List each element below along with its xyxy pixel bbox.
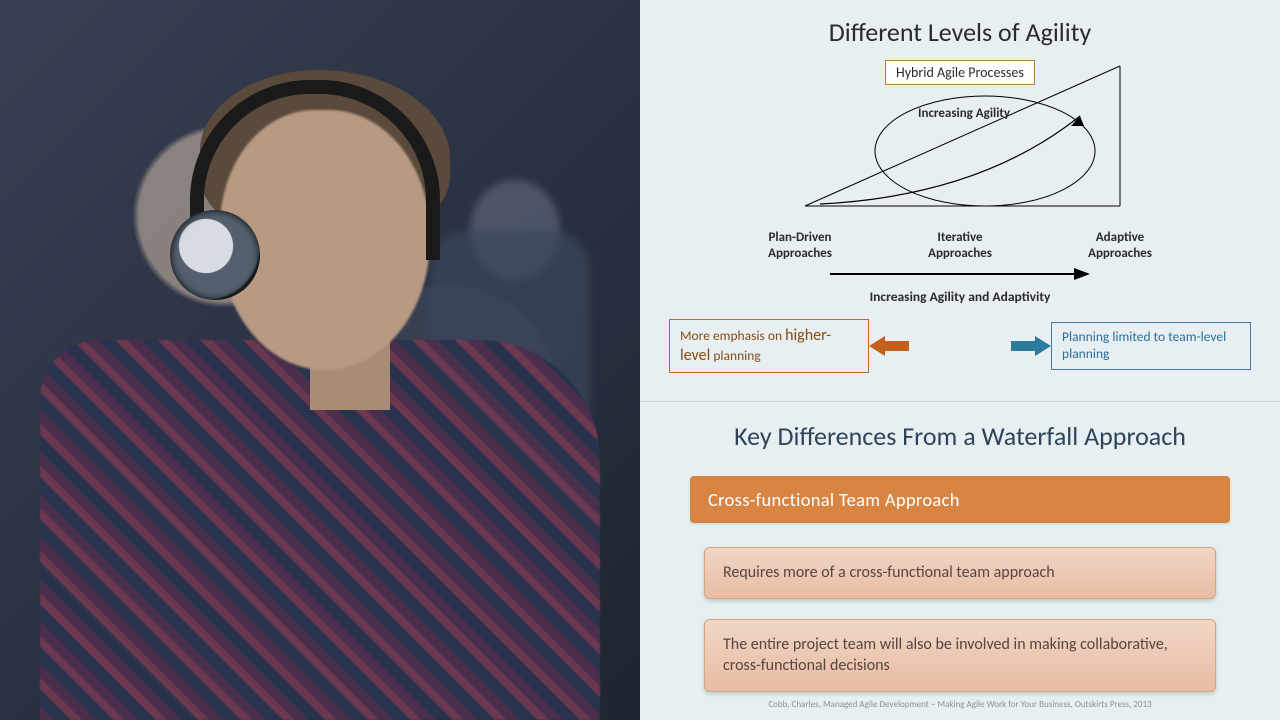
agility-chart: Hybrid Agile Processes Increasing Agilit…	[750, 56, 1170, 226]
approach-iterative: IterativeApproaches	[900, 230, 1020, 261]
hybrid-agile-label-box: Hybrid Agile Processes	[885, 60, 1035, 85]
axis-label: Increasing Agility and Adaptivity	[668, 288, 1252, 305]
left-photo-pane	[0, 0, 640, 720]
foreground-person	[40, 40, 560, 680]
planning-comparison-row: More emphasis on higher-level planning P…	[669, 319, 1251, 373]
waterfall-differences-section: Key Differences From a Waterfall Approac…	[640, 402, 1280, 692]
plan-left-suffix: planning	[710, 347, 760, 364]
approach-adaptive: AdaptiveApproaches	[1060, 230, 1180, 261]
plan-driven-planning-box: More emphasis on higher-level planning	[669, 319, 869, 373]
slide-stage: Different Levels of Agility Hybrid	[0, 0, 1280, 720]
approach-labels-row: Plan-DrivenApproaches IterativeApproache…	[740, 230, 1180, 261]
approach-plan-driven: Plan-DrivenApproaches	[740, 230, 860, 261]
bullet-box-2: The entire project team will also be inv…	[704, 619, 1216, 692]
arrow-left-icon	[869, 335, 909, 357]
subheading-bar: Cross-functional Team Approach	[690, 476, 1230, 523]
right-arrow-icon	[830, 267, 1090, 281]
arrow-right-icon	[1011, 335, 1051, 357]
plan-left-prefix: More emphasis on	[680, 327, 785, 344]
section-title-waterfall: Key Differences From a Waterfall Approac…	[680, 420, 1240, 452]
section-title-agility: Different Levels of Agility	[668, 16, 1252, 48]
agility-levels-section: Different Levels of Agility Hybrid	[640, 0, 1280, 383]
increasing-agility-label: Increasing Agility	[918, 106, 1010, 121]
right-content-pane: Different Levels of Agility Hybrid	[640, 0, 1280, 720]
axis-arrow	[810, 267, 1110, 286]
bullet-box-1: Requires more of a cross-functional team…	[704, 547, 1216, 599]
headphones-earcup-icon	[170, 210, 260, 300]
adaptive-planning-box: Planning limited to team-level planning	[1051, 322, 1251, 370]
citation-footer: Cobb, Charles, Managed Agile Development…	[640, 699, 1280, 710]
